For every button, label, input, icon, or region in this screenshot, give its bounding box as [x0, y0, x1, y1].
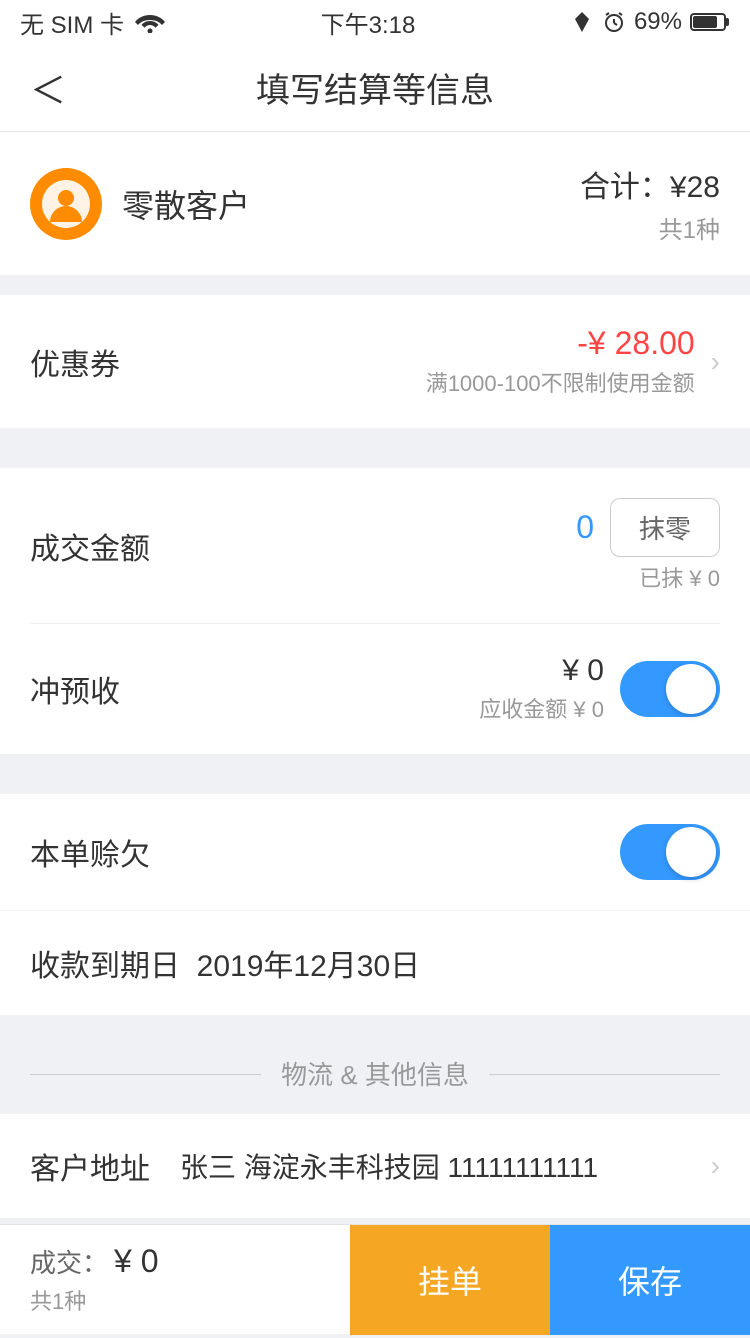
debt-toggle-circle: [666, 827, 716, 877]
bottom-deal-amount: ¥ 0: [114, 1243, 158, 1280]
address-value: 张三 海淀永丰科技园 11111111111: [180, 1146, 705, 1186]
customer-count: 共1种: [580, 210, 720, 245]
prepay-row: 冲预收 ¥ 0 应收金额 ¥ 0: [30, 624, 720, 754]
rounded-sub-text: 已抹 ¥ 0: [576, 561, 720, 593]
customer-summary: 合计：¥28 共1种: [580, 162, 720, 245]
prepay-right: ¥ 0 应收金额 ¥ 0: [479, 654, 720, 724]
bottom-deal-label: 成交：: [30, 1243, 108, 1280]
amount-row-right: 0 抹零: [576, 498, 720, 557]
status-left: 无 SIM 卡: [20, 5, 166, 40]
bottom-count: 共1种: [30, 1284, 320, 1316]
transaction-amount-label: 成交金额: [30, 524, 150, 568]
battery-icon: [690, 11, 730, 33]
logistics-label: 物流 & 其他信息: [261, 1055, 489, 1092]
nav-title: 填写结算等信息: [256, 63, 494, 112]
debt-toggle[interactable]: [620, 824, 720, 880]
coupon-value-block: -¥ 28.00 满1000-100不限制使用金额: [426, 325, 695, 398]
coupon-chevron-icon: ›: [711, 346, 720, 378]
address-section[interactable]: 客户地址 张三 海淀永丰科技园 11111111111 ›: [0, 1114, 750, 1218]
customer-name: 零散客户: [122, 181, 250, 227]
address-label: 客户地址: [30, 1144, 150, 1188]
nav-bar: ＜ 填写结算等信息: [0, 44, 750, 132]
section-divider-1: [0, 448, 750, 468]
customer-section: 零散客户 合计：¥28 共1种: [0, 132, 750, 275]
transaction-amount-right: 0 抹零 已抹 ¥ 0: [576, 498, 720, 593]
debt-section: 本单赊欠: [0, 794, 750, 910]
alarm-icon: [602, 10, 626, 34]
battery-percent: 69%: [634, 8, 682, 36]
bottom-bar: 成交： ¥ 0 共1种 挂单 保存: [0, 1224, 750, 1334]
prepay-amount-block: ¥ 0 应收金额 ¥ 0: [479, 654, 604, 724]
no-sim-text: 无 SIM 卡: [20, 5, 124, 40]
customer-left: 零散客户: [30, 168, 250, 240]
prepay-label: 冲预收: [30, 667, 120, 711]
avatar-icon: [42, 180, 90, 228]
transaction-amount-row: 成交金额 0 抹零 已抹 ¥ 0: [30, 468, 720, 624]
status-bar: 无 SIM 卡 下午3:18 69%: [0, 0, 750, 44]
wifi-icon: [134, 11, 166, 33]
round-off-button[interactable]: 抹零: [610, 498, 720, 557]
address-chevron-icon: ›: [711, 1150, 720, 1182]
coupon-discount: -¥ 28.00: [426, 325, 695, 362]
coupon-right: -¥ 28.00 满1000-100不限制使用金额 ›: [426, 325, 720, 398]
bottom-info: 成交： ¥ 0 共1种: [0, 1243, 350, 1316]
prepay-toggle[interactable]: [620, 661, 720, 717]
section-divider-2: [0, 754, 750, 774]
transaction-section: 成交金额 0 抹零 已抹 ¥ 0 冲预收 ¥ 0 应收金额 ¥ 0: [0, 468, 750, 754]
toggle-circle: [666, 664, 716, 714]
coupon-section[interactable]: 优惠券 -¥ 28.00 满1000-100不限制使用金额 ›: [0, 295, 750, 428]
content-area: 零散客户 合计：¥28 共1种 优惠券 -¥ 28.00 满1000-100不限…: [0, 132, 750, 1338]
transaction-amount-value: 0: [576, 509, 594, 546]
customer-avatar: [30, 168, 102, 240]
status-right: 69%: [570, 8, 730, 36]
status-time: 下午3:18: [321, 5, 416, 40]
customer-total: 合计：¥28: [580, 162, 720, 206]
hold-button[interactable]: 挂单: [350, 1225, 550, 1335]
save-button[interactable]: 保存: [550, 1225, 750, 1335]
logistics-divider: 物流 & 其他信息: [0, 1035, 750, 1112]
due-date-section: 收款到期日 2019年12月30日: [0, 910, 750, 1015]
debt-label: 本单赊欠: [30, 830, 150, 874]
back-button[interactable]: ＜: [30, 62, 66, 114]
coupon-desc: 满1000-100不限制使用金额: [426, 366, 695, 398]
location-icon: [570, 10, 594, 34]
coupon-label: 优惠券: [30, 340, 120, 384]
prepay-sub: 应收金额 ¥ 0: [479, 692, 604, 724]
prepay-amount: ¥ 0: [479, 654, 604, 688]
due-date-label: 收款到期日 2019年12月30日: [30, 950, 420, 983]
